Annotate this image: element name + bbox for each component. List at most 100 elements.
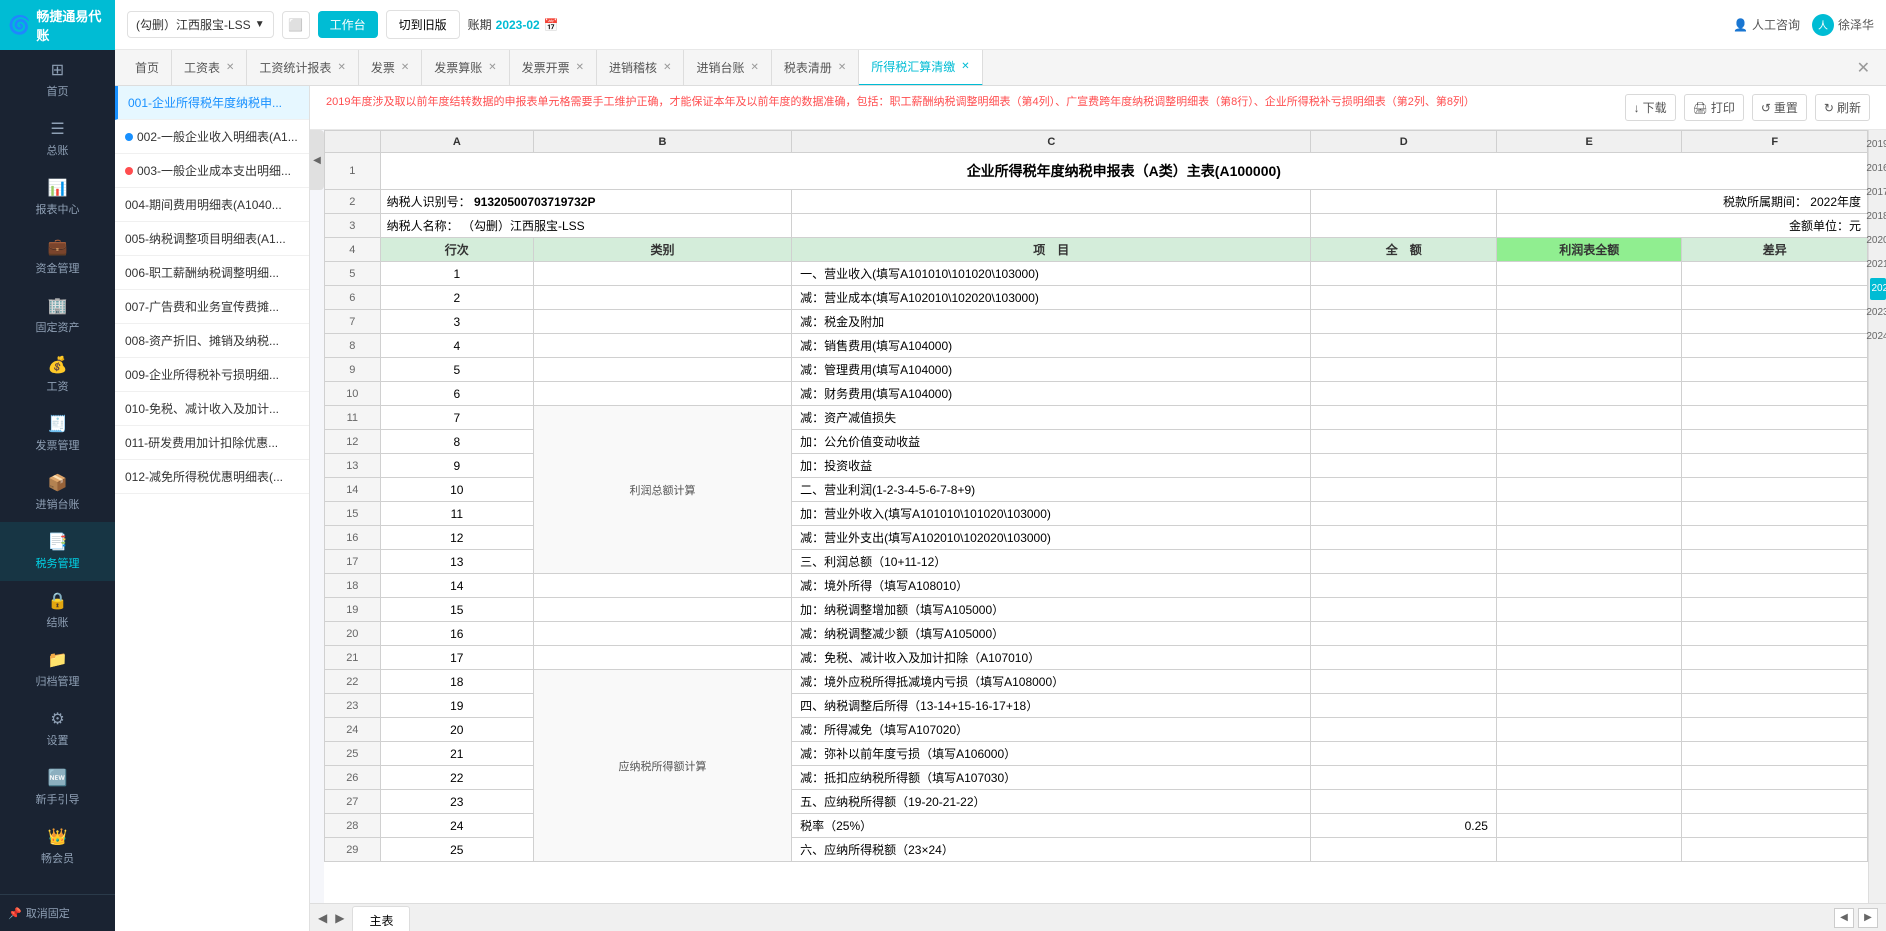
left-panel-item-003[interactable]: 003-一般企业成本支出明细... [115, 154, 309, 188]
tab-payroll-stats-close[interactable]: ✕ [337, 62, 345, 73]
calendar-icon[interactable]: 📅 [544, 18, 559, 32]
tab-payroll[interactable]: 工资表 ✕ [172, 50, 247, 86]
left-panel-item-001[interactable]: 001-企业所得税年度纳税申... [115, 86, 309, 120]
copy-icon-button[interactable]: ⬜ [282, 11, 310, 39]
sidebar-item-member[interactable]: 👑 畅会员 [0, 817, 115, 876]
profit-cell[interactable] [1496, 814, 1681, 838]
left-panel-item-004[interactable]: 004-期间费用明细表(A1040... [115, 188, 309, 222]
row-num-cell[interactable]: 6 [380, 382, 533, 406]
item-cell[interactable]: 加：纳税调整增加额（填写A105000） [792, 598, 1311, 622]
tab-purchase-ledger-close[interactable]: ✕ [750, 62, 758, 73]
tab-invoice[interactable]: 发票 ✕ [359, 50, 422, 86]
tab-invoice-open-close[interactable]: ✕ [576, 62, 584, 73]
row-num-cell[interactable]: 8 [380, 430, 533, 454]
value-cell[interactable] [1311, 526, 1496, 550]
sidebar-item-guide[interactable]: 🆕 新手引导 [0, 758, 115, 817]
item-cell[interactable]: 减：管理费用(填写A104000) [792, 358, 1311, 382]
value-cell[interactable] [1311, 382, 1496, 406]
diff-cell[interactable] [1682, 478, 1868, 502]
item-cell[interactable]: 减：资产减值损失 [792, 406, 1311, 430]
tab-invoice-close[interactable]: ✕ [401, 62, 409, 73]
service-button[interactable]: 👤 人工咨询 [1733, 16, 1800, 33]
left-panel-item-011[interactable]: 011-研发费用加计扣除优惠... [115, 426, 309, 460]
sheet-nav-left[interactable]: ◀ [318, 911, 327, 925]
sidebar-item-sales[interactable]: 📦 进销台账 [0, 463, 115, 522]
value-cell[interactable] [1311, 430, 1496, 454]
spreadsheet-container[interactable]: A B C D E F 1 [324, 130, 1868, 903]
left-panel-item-005[interactable]: 005-纳税调整项目明细表(A1... [115, 222, 309, 256]
item-cell[interactable]: 一、营业收入(填写A101010\101020\103000) [792, 262, 1311, 286]
tab-payroll-stats[interactable]: 工资统计报表 ✕ [247, 50, 358, 86]
item-cell[interactable]: 税率（25%） [792, 814, 1311, 838]
row-num-cell[interactable]: 17 [380, 646, 533, 670]
diff-cell[interactable] [1682, 574, 1868, 598]
diff-cell[interactable] [1682, 694, 1868, 718]
close-all-tabs[interactable]: ✕ [1849, 58, 1878, 78]
tab-invoice-calc-close[interactable]: ✕ [488, 62, 496, 73]
profit-cell[interactable] [1496, 478, 1681, 502]
value-cell[interactable] [1311, 550, 1496, 574]
profit-cell[interactable] [1496, 262, 1681, 286]
year-2017[interactable]: 2017 [1864, 182, 1886, 204]
sidebar-item-ledger[interactable]: ☰ 总账 [0, 109, 115, 168]
left-panel-item-006[interactable]: 006-职工薪酬纳税调整明细... [115, 256, 309, 290]
diff-cell[interactable] [1682, 358, 1868, 382]
row-num-cell[interactable]: 24 [380, 814, 533, 838]
diff-cell[interactable] [1682, 670, 1868, 694]
value-cell[interactable] [1311, 406, 1496, 430]
value-cell[interactable] [1311, 670, 1496, 694]
row-num-cell[interactable]: 10 [380, 478, 533, 502]
profit-cell[interactable] [1496, 406, 1681, 430]
item-cell[interactable]: 减：纳税调整减少额（填写A105000） [792, 622, 1311, 646]
left-panel-item-008[interactable]: 008-资产折旧、摊销及纳税... [115, 324, 309, 358]
profit-cell[interactable] [1496, 694, 1681, 718]
print-button[interactable]: 🖨 打印 [1684, 94, 1744, 121]
profit-cell[interactable] [1496, 310, 1681, 334]
diff-cell[interactable] [1682, 814, 1868, 838]
year-2020[interactable]: 2020 [1864, 230, 1886, 252]
value-cell[interactable] [1311, 310, 1496, 334]
year-2024[interactable]: 2024 [1864, 326, 1886, 348]
item-cell[interactable]: 减：税金及附加 [792, 310, 1311, 334]
value-cell[interactable] [1311, 574, 1496, 598]
row-num-cell[interactable]: 3 [380, 310, 533, 334]
tab-purchase-audit[interactable]: 进销稽核 ✕ [597, 50, 684, 86]
year-2022[interactable]: 2022 [1870, 278, 1886, 300]
diff-cell[interactable] [1682, 502, 1868, 526]
diff-cell[interactable] [1682, 430, 1868, 454]
value-cell[interactable] [1311, 766, 1496, 790]
profit-cell[interactable] [1496, 670, 1681, 694]
tab-invoice-calc[interactable]: 发票算账 ✕ [422, 50, 509, 86]
item-cell[interactable]: 三、利润总额（10+11-12） [792, 550, 1311, 574]
value-cell[interactable] [1311, 838, 1496, 862]
profit-cell[interactable] [1496, 382, 1681, 406]
profit-cell[interactable] [1496, 430, 1681, 454]
row-num-cell[interactable]: 13 [380, 550, 533, 574]
row-num-cell[interactable]: 19 [380, 694, 533, 718]
year-2019[interactable]: 2019 [1864, 134, 1886, 156]
year-2016[interactable]: 2016 [1864, 158, 1886, 180]
value-cell[interactable] [1311, 502, 1496, 526]
diff-cell[interactable] [1682, 382, 1868, 406]
row-num-cell[interactable]: 20 [380, 718, 533, 742]
download-button[interactable]: ↓ 下载 [1625, 94, 1676, 121]
left-panel-item-007[interactable]: 007-广告费和业务宣传费摊... [115, 290, 309, 324]
value-cell[interactable] [1311, 454, 1496, 478]
item-cell[interactable]: 减：抵扣应纳税所得额（填写A107030） [792, 766, 1311, 790]
value-cell[interactable] [1311, 598, 1496, 622]
value-cell[interactable] [1311, 286, 1496, 310]
value-cell[interactable] [1311, 334, 1496, 358]
value-cell[interactable] [1311, 694, 1496, 718]
diff-cell[interactable] [1682, 454, 1868, 478]
value-cell[interactable] [1311, 742, 1496, 766]
refresh-button[interactable]: ↻ 刷新 [1815, 94, 1870, 121]
row-num-cell[interactable]: 9 [380, 454, 533, 478]
profit-cell[interactable] [1496, 334, 1681, 358]
row-num-cell[interactable]: 22 [380, 766, 533, 790]
diff-cell[interactable] [1682, 310, 1868, 334]
diff-cell[interactable] [1682, 406, 1868, 430]
diff-cell[interactable] [1682, 286, 1868, 310]
item-cell[interactable]: 加：投资收益 [792, 454, 1311, 478]
sheet-nav-right[interactable]: ▶ [335, 911, 344, 925]
profit-cell[interactable] [1496, 358, 1681, 382]
